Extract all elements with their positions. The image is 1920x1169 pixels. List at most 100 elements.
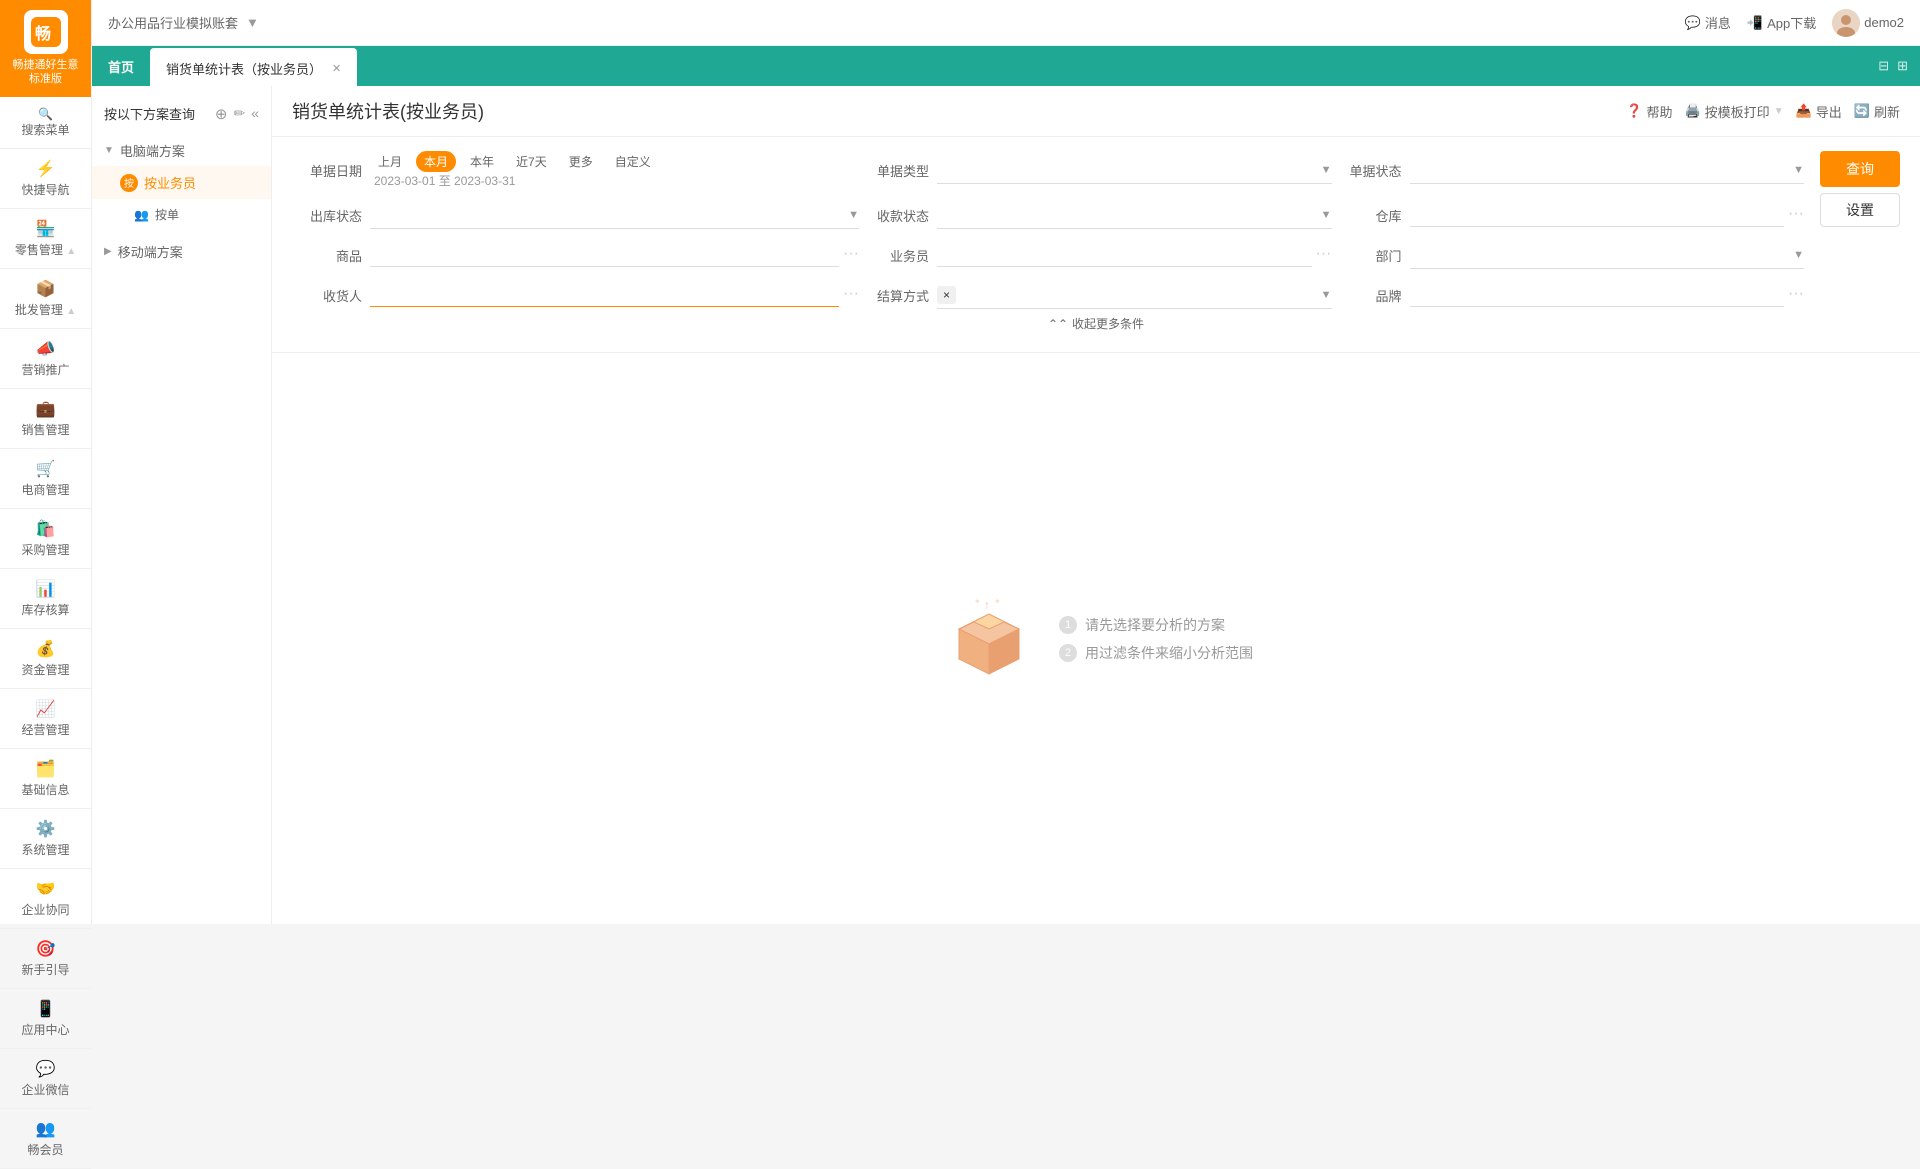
inventory-label: 库存核算 <box>21 603 69 617</box>
date-btn-lastmonth[interactable]: 上月 <box>370 151 410 172</box>
salesperson-control[interactable]: ··· <box>937 243 1332 267</box>
filter-date: 单据日期 上月 本月 本年 近7天 更多 自定义 <box>292 151 859 189</box>
sidebar-item-operations[interactable]: 📈 经营管理 <box>0 689 91 749</box>
brand-input[interactable] <box>1410 283 1785 307</box>
goods-input[interactable] <box>370 243 839 267</box>
sidebar-item-wholesale[interactable]: 📦 批发管理 ▲ <box>0 269 91 329</box>
filter-settlement: 结算方式 × ▼ <box>859 281 1332 309</box>
sidebar-item-member[interactable]: 👥 畅会员 <box>0 1109 91 1169</box>
app-download-label: App下载 <box>1767 13 1816 32</box>
export-icon: 📤 <box>1796 103 1812 119</box>
purchase-icon: 🛍️ <box>4 519 87 539</box>
filter-salesperson: 业务员 ··· <box>859 243 1332 267</box>
empty-tip-1: 1 请先选择要分析的方案 <box>1059 615 1253 635</box>
doctype-control[interactable]: ▼ <box>937 156 1332 184</box>
edit-icon[interactable]: ✏ <box>233 105 245 123</box>
sidebar-item-ecommerce[interactable]: 🛒 电商管理 <box>0 449 91 509</box>
department-control[interactable]: ▼ <box>1410 241 1805 269</box>
export-label: 导出 <box>1816 102 1842 121</box>
section-desktop-title[interactable]: ▼ 电脑端方案 <box>92 135 271 166</box>
warehouse-dots[interactable]: ··· <box>1788 205 1804 227</box>
sidebar-item-enterprise[interactable]: 🤝 企业协同 <box>0 869 91 929</box>
refresh-btn[interactable]: 🔄 刷新 <box>1854 102 1900 121</box>
tab-maximize-icon[interactable]: ⊞ <box>1897 58 1908 74</box>
receiptstatus-control[interactable]: ▼ <box>937 201 1332 229</box>
settlement-control[interactable]: × ▼ <box>937 281 1332 309</box>
sidebar-item-appcenter[interactable]: 📱 应用中心 <box>0 989 91 1049</box>
wechat-label: 企业微信 <box>21 1083 69 1097</box>
system-label: 系统管理 <box>21 843 69 857</box>
receiptstatus-label: 收款状态 <box>859 206 929 225</box>
date-btn-thisyear[interactable]: 本年 <box>462 151 502 172</box>
sidebar-item-sales[interactable]: 💼 销售管理 <box>0 389 91 449</box>
appcenter-label: 应用中心 <box>21 1023 69 1037</box>
help-btn[interactable]: ❓ 帮助 <box>1626 102 1672 121</box>
sidebar-item-wechat[interactable]: 💬 企业微信 <box>0 1049 91 1109</box>
plan-item-by-order[interactable]: 👥 按单 <box>92 199 271 230</box>
goods-dots[interactable]: ··· <box>843 245 859 267</box>
salesperson-plan-icon: 按 <box>120 174 138 192</box>
brand-control[interactable]: ··· <box>1410 283 1805 307</box>
search-menu-label: 搜索菜单 <box>8 121 83 138</box>
tab-home[interactable]: 首页 <box>92 46 150 86</box>
sidebar-item-newuser[interactable]: 🎯 新手引导 <box>0 929 91 989</box>
filter-outstatus: 出库状态 ▼ <box>292 201 859 229</box>
sidebar-item-inventory[interactable]: 📊 库存核算 <box>0 569 91 629</box>
settings-button[interactable]: 设置 <box>1820 193 1900 227</box>
recipient-label: 收货人 <box>292 286 362 305</box>
recipient-dots[interactable]: ··· <box>843 285 859 307</box>
sidebar-item-purchase[interactable]: 🛍️ 采购管理 <box>0 509 91 569</box>
export-btn[interactable]: 📤 导出 <box>1796 102 1842 121</box>
plan-item-salesperson[interactable]: 按 按业务员 <box>92 166 271 199</box>
docstatus-control[interactable]: ▼ <box>1410 156 1805 184</box>
filter-area: 单据日期 上月 本月 本年 近7天 更多 自定义 <box>272 137 1920 353</box>
outstatus-control[interactable]: ▼ <box>370 201 859 229</box>
user-area[interactable]: demo2 <box>1832 9 1904 37</box>
sidebar-item-finance[interactable]: 💰 资金管理 <box>0 629 91 689</box>
sidebar-item-retail[interactable]: 🏪 零售管理 ▲ <box>0 209 91 269</box>
filter-row-3: 商品 ··· 业务员 ··· <box>292 241 1804 269</box>
page-header: 销货单统计表(按业务员) ❓ 帮助 🖨️ 按模板打印 ▼ 📤 导出 <box>272 86 1920 137</box>
salesperson-input[interactable] <box>937 243 1312 267</box>
sidebar-item-system[interactable]: ⚙️ 系统管理 <box>0 809 91 869</box>
query-button[interactable]: 查询 <box>1820 151 1900 187</box>
sidebar-item-basic[interactable]: 🗂️ 基础信息 <box>0 749 91 809</box>
message-btn[interactable]: 💬 消息 <box>1685 13 1731 32</box>
goods-control[interactable]: ··· <box>370 243 859 267</box>
date-btn-thismonth[interactable]: 本月 <box>416 151 456 172</box>
tab-minimize-icon[interactable]: ⊟ <box>1878 58 1889 74</box>
collapse-left-icon[interactable]: « <box>251 105 259 123</box>
sidebar-item-marketing[interactable]: 📣 营销推广 <box>0 329 91 389</box>
department-arrow: ▼ <box>1793 249 1804 261</box>
finance-label: 资金管理 <box>21 663 69 677</box>
collapse-filter-btn[interactable]: ⌃⌃ 收起更多条件 <box>292 309 1900 338</box>
brand-dots[interactable]: ··· <box>1788 285 1804 307</box>
sidebar-item-quicknav[interactable]: ⚡ 快捷导航 <box>0 149 91 209</box>
salesperson-plan-label: 按业务员 <box>144 173 196 192</box>
docstatus-label: 单据状态 <box>1332 161 1402 180</box>
breadcrumb-area: 办公用品行业模拟账套 ▼ <box>108 13 259 32</box>
recipient-control[interactable]: ··· <box>370 283 859 307</box>
date-btn-custom[interactable]: 自定义 <box>607 151 659 172</box>
print-btn[interactable]: 🖨️ 按模板打印 ▼ <box>1684 102 1783 121</box>
add-icon[interactable]: ⊕ <box>215 105 228 123</box>
tab-sales-stat[interactable]: 销货单统计表（按业务员） ✕ <box>150 48 357 88</box>
search-menu[interactable]: 🔍 搜索菜单 <box>0 97 91 149</box>
salesperson-dots[interactable]: ··· <box>1316 245 1332 267</box>
tip-1-text: 请先选择要分析的方案 <box>1085 615 1225 635</box>
section-mobile-title[interactable]: ▶ 移动端方案 <box>92 236 271 267</box>
app-download-btn[interactable]: 📲 App下载 <box>1747 13 1816 32</box>
ecommerce-label: 电商管理 <box>21 483 69 497</box>
recipient-input[interactable] <box>370 283 839 307</box>
warehouse-input[interactable] <box>1410 203 1785 227</box>
settlement-tag-close[interactable]: × <box>943 288 950 302</box>
date-btn-more[interactable]: 更多 <box>561 151 601 172</box>
date-btn-7days[interactable]: 近7天 <box>508 151 555 172</box>
warehouse-control[interactable]: ··· <box>1410 203 1805 227</box>
tab-close-icon[interactable]: ✕ <box>332 62 341 75</box>
breadcrumb-dropdown-arrow[interactable]: ▼ <box>246 15 259 30</box>
filter-doctype: 单据类型 ▼ <box>859 156 1332 184</box>
top-header: 办公用品行业模拟账套 ▼ 💬 消息 📲 App下载 de <box>92 0 1920 46</box>
quicknav-label: 快捷导航 <box>21 183 69 197</box>
section-desktop-label: 电脑端方案 <box>120 141 185 160</box>
